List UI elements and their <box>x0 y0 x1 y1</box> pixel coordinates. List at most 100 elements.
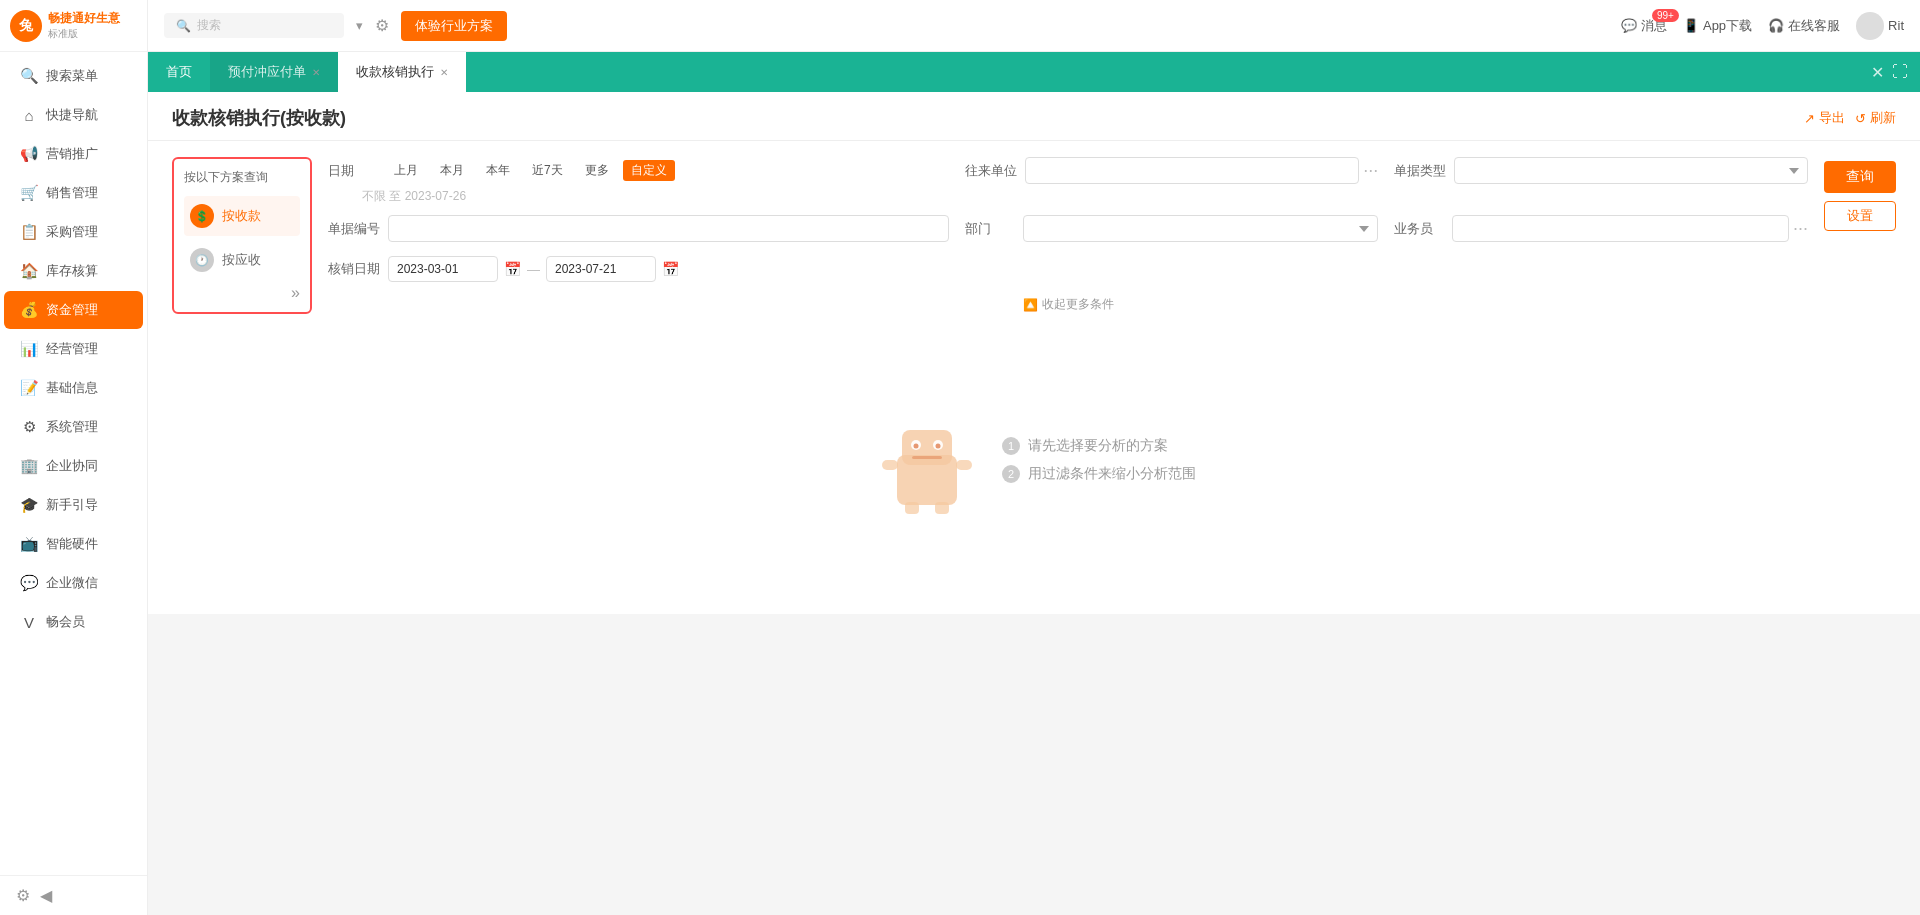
filter-row-3: 核销日期 📅 — 📅 <box>328 256 1808 282</box>
refresh-button[interactable]: ↺ 刷新 <box>1855 109 1896 127</box>
bill-no-input[interactable] <box>388 215 949 242</box>
tab-home[interactable]: 首页 <box>148 52 210 92</box>
date-more-btn[interactable]: 更多 <box>577 159 617 182</box>
date-this-year-btn[interactable]: 本年 <box>478 159 518 182</box>
query-button[interactable]: 查询 <box>1824 161 1896 193</box>
phone-icon: 📱 <box>1683 18 1699 33</box>
sidebar-item-guide[interactable]: 🎓 新手引导 <box>4 486 143 524</box>
close-window-icon[interactable]: ✕ <box>1871 63 1884 82</box>
bill-type-label: 单据类型 <box>1394 162 1446 180</box>
search-bar[interactable]: 🔍 搜索 <box>164 13 344 38</box>
sidebar-nav: 🔍 搜索菜单 ⌂ 快捷导航 📢 营销推广 🛒 销售管理 📋 采购管理 🏠 库存核… <box>0 52 147 875</box>
finance-icon: 💰 <box>20 301 38 319</box>
tab-prepay[interactable]: 预付冲应付单 ✕ <box>210 52 338 92</box>
sidebar-item-hardware[interactable]: 📺 智能硬件 <box>4 525 143 563</box>
home-icon: ⌂ <box>20 107 38 124</box>
customer-service-button[interactable]: 🎧 在线客服 <box>1768 17 1840 35</box>
export-icon: ↗ <box>1804 111 1815 126</box>
sidebar-item-finance[interactable]: 💰 资金管理 <box>4 291 143 329</box>
staff-ellipsis-icon[interactable]: ··· <box>1793 218 1808 239</box>
calendar-end-icon[interactable]: 📅 <box>662 261 679 277</box>
dept-field: 部门 <box>965 215 1379 242</box>
sidebar-item-operation[interactable]: 📊 经营管理 <box>4 330 143 368</box>
basic-icon: 📝 <box>20 379 38 397</box>
verify-date-label: 核销日期 <box>328 260 380 278</box>
verify-date-field: 核销日期 📅 — 📅 <box>328 256 1808 282</box>
export-button[interactable]: ↗ 导出 <box>1804 109 1845 127</box>
staff-field: 业务员 ··· <box>1394 215 1808 242</box>
empty-tip-1: 1 请先选择要分析的方案 <box>1002 437 1196 455</box>
inventory-icon: 🏠 <box>20 262 38 280</box>
sidebar-item-purchase[interactable]: 📋 采购管理 <box>4 213 143 251</box>
sidebar-item-member[interactable]: V 畅会员 <box>4 603 143 641</box>
date-hint: 不限 至 2023-07-26 <box>328 188 1808 205</box>
collapse-sidebar-icon[interactable]: ◀ <box>40 886 52 905</box>
message-button[interactable]: 💬 消息 99+ <box>1621 17 1667 35</box>
main-area: 🔍 搜索 ▾ ⚙ 体验行业方案 💬 消息 99+ 📱 App下载 🎧 在线客服 … <box>148 0 1920 915</box>
bill-type-select[interactable] <box>1454 157 1808 184</box>
date-custom-btn[interactable]: 自定义 <box>623 160 675 181</box>
counterparty-field: 往来单位 ··· <box>965 157 1379 184</box>
dept-label: 部门 <box>965 220 1015 238</box>
counterparty-ellipsis-icon[interactable]: ··· <box>1363 160 1378 181</box>
svg-rect-1 <box>902 430 952 465</box>
tab-close-icon[interactable]: ✕ <box>440 67 448 78</box>
sidebar-item-sales[interactable]: 🛒 销售管理 <box>4 174 143 212</box>
tab-receipt-verify[interactable]: 收款核销执行 ✕ <box>338 52 466 92</box>
tab-close-icon[interactable]: ✕ <box>312 67 320 78</box>
tabs-actions: ✕ ⛶ <box>1871 63 1920 82</box>
enterprise-icon: 🏢 <box>20 457 38 475</box>
date-this-month-btn[interactable]: 本月 <box>432 159 472 182</box>
sidebar-item-quick[interactable]: ⌂ 快捷导航 <box>4 96 143 134</box>
dropdown-chevron-icon[interactable]: ▾ <box>356 18 363 33</box>
sidebar-item-system[interactable]: ⚙ 系统管理 <box>4 408 143 446</box>
svg-rect-9 <box>882 460 898 470</box>
svg-rect-6 <box>912 456 942 459</box>
dept-select[interactable] <box>1023 215 1379 242</box>
filter-panel-collapse[interactable]: » <box>184 284 300 302</box>
settings-icon[interactable]: ⚙ <box>16 886 30 905</box>
page-title: 收款核销执行(按收款) <box>172 106 346 130</box>
verify-date-start-input[interactable] <box>388 256 498 282</box>
verify-date-range: 📅 — 📅 <box>388 256 679 282</box>
bill-no-field: 单据编号 <box>328 215 949 242</box>
solution-button[interactable]: 体验行业方案 <box>401 11 507 41</box>
filter-panel-title: 按以下方案查询 <box>184 169 300 186</box>
expand-icon[interactable]: ⛶ <box>1892 63 1908 81</box>
gear-icon[interactable]: ⚙ <box>375 16 389 35</box>
calendar-start-icon[interactable]: 📅 <box>504 261 521 277</box>
filter-form: 日期 上月 本月 本年 近7天 更多 自定义 <box>328 157 1896 314</box>
settings-button[interactable]: 设置 <box>1824 201 1896 231</box>
filter-option-by-receipt[interactable]: 💲 按收款 <box>184 196 300 236</box>
logo: 兔 畅捷通好生意 标准版 <box>0 0 147 52</box>
purchase-icon: 📋 <box>20 223 38 241</box>
verify-date-end-input[interactable] <box>546 256 656 282</box>
collapse-more-button[interactable]: 🔼 收起更多条件 <box>328 296 1808 313</box>
sidebar: 兔 畅捷通好生意 标准版 🔍 搜索菜单 ⌂ 快捷导航 📢 营销推广 🛒 销售管理… <box>0 0 148 915</box>
sidebar-item-search[interactable]: 🔍 搜索菜单 <box>4 57 143 95</box>
avatar <box>1856 12 1884 40</box>
sidebar-item-marketing[interactable]: 📢 营销推广 <box>4 135 143 173</box>
topbar: 🔍 搜索 ▾ ⚙ 体验行业方案 💬 消息 99+ 📱 App下载 🎧 在线客服 … <box>148 0 1920 52</box>
svg-point-5 <box>936 444 941 449</box>
empty-tip-2: 2 用过滤条件来缩小分析范围 <box>1002 465 1196 483</box>
sales-icon: 🛒 <box>20 184 38 202</box>
receivable-icon: 🕐 <box>190 248 214 272</box>
counterparty-input[interactable] <box>1025 157 1360 184</box>
filter-option-by-receivable[interactable]: 🕐 按应收 <box>184 240 300 280</box>
sidebar-item-enterprise[interactable]: 🏢 企业协同 <box>4 447 143 485</box>
app-download-button[interactable]: 📱 App下载 <box>1683 17 1752 35</box>
user-avatar[interactable]: Rit <box>1856 12 1904 40</box>
sidebar-item-inventory[interactable]: 🏠 库存核算 <box>4 252 143 290</box>
date-last-month-btn[interactable]: 上月 <box>386 159 426 182</box>
chevron-up-icon: 🔼 <box>1023 298 1038 312</box>
filter-option-receipt-label: 按收款 <box>222 207 261 225</box>
sidebar-item-wechat[interactable]: 💬 企业微信 <box>4 564 143 602</box>
date-7days-btn[interactable]: 近7天 <box>524 159 571 182</box>
topbar-right: 💬 消息 99+ 📱 App下载 🎧 在线客服 Rit <box>1621 12 1904 40</box>
sidebar-item-basic[interactable]: 📝 基础信息 <box>4 369 143 407</box>
sidebar-footer: ⚙ ◀ <box>0 875 147 915</box>
date-label: 日期 <box>328 162 378 180</box>
search-icon: 🔍 <box>176 19 191 33</box>
staff-input[interactable] <box>1452 215 1789 242</box>
